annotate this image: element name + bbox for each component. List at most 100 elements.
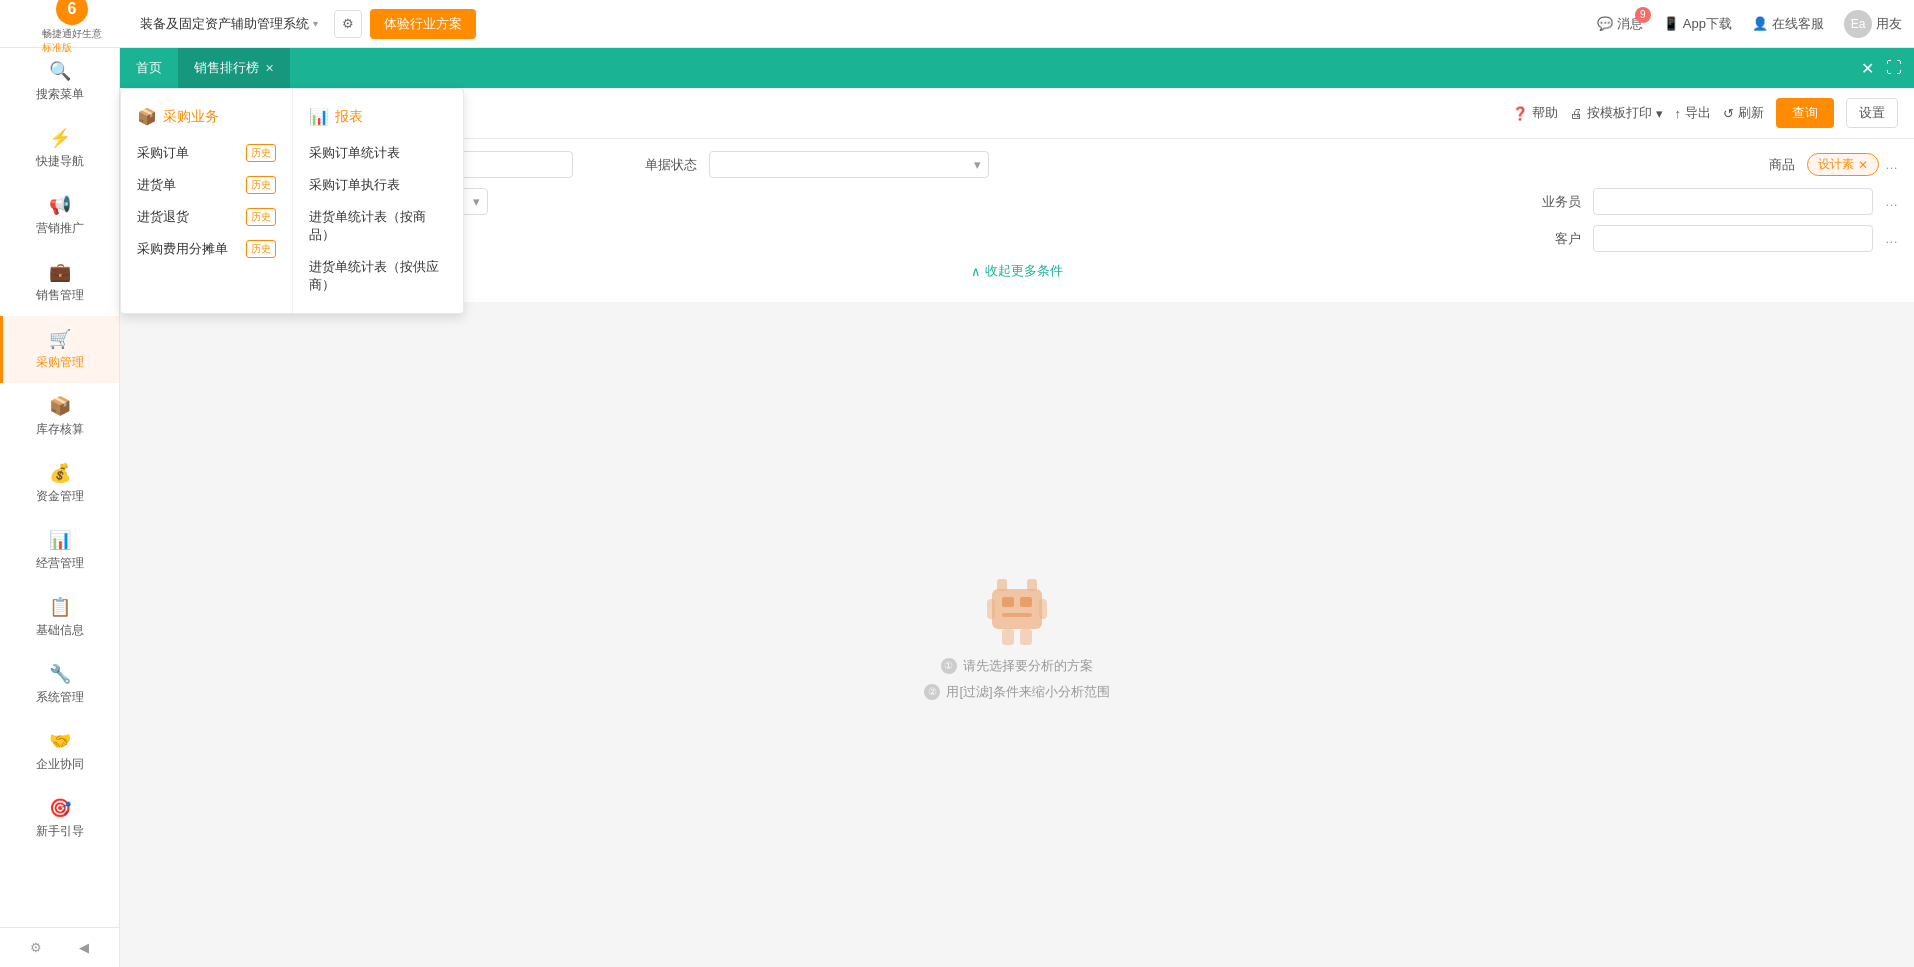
tab-maximize-btn[interactable]: ⛶ — [1882, 55, 1906, 81]
help-button[interactable]: ❓ 帮助 — [1512, 104, 1558, 122]
online-service-button[interactable]: 👤 在线客服 — [1752, 15, 1824, 33]
empty-illustration — [967, 569, 1067, 649]
sidebar-label-guide: 新手引导 — [36, 823, 84, 840]
system-icon: 🔧 — [49, 663, 71, 685]
menu-item-expense[interactable]: 采购费用分摊单 历史 — [121, 233, 292, 265]
tab-sales-rank[interactable]: 销售排行榜 ✕ — [178, 48, 290, 88]
svg-rect-7 — [1039, 599, 1047, 619]
refresh-button[interactable]: ↺ 刷新 — [1723, 104, 1764, 122]
sidebar-item-search[interactable]: 🔍 搜索菜单 — [0, 48, 119, 115]
export-button[interactable]: ↑ 导出 — [1675, 104, 1712, 122]
tab-sales-rank-label: 销售排行榜 — [194, 59, 259, 77]
step-2-badge: ② — [924, 684, 940, 700]
sidebar-item-guide[interactable]: 🎯 新手引导 — [0, 785, 119, 852]
purchase-business-icon: 📦 — [137, 107, 157, 127]
sidebar-item-basic-info[interactable]: 📋 基础信息 — [0, 584, 119, 651]
sidebar-item-marketing[interactable]: 📢 营销推广 — [0, 182, 119, 249]
inbound-history-badge: 历史 — [246, 176, 276, 194]
doc-status-chevron: ▾ — [974, 157, 981, 172]
print-icon: 🖨 — [1570, 106, 1583, 121]
menu-item-inbound-stats-supplier[interactable]: 进货单统计表（按供应商） — [293, 251, 464, 301]
svg-rect-8 — [1002, 629, 1014, 645]
sidebar-label-quick-nav: 快捷导航 — [36, 153, 84, 170]
settings-button[interactable]: 设置 — [1846, 98, 1898, 128]
header-right: 💬 消息 9 📱 App下载 👤 在线客服 Ea 用友 — [1597, 10, 1902, 38]
tab-close-icon[interactable]: ✕ — [265, 62, 274, 75]
sidebar-label-marketing: 营销推广 — [36, 220, 84, 237]
order-exec-label: 采购订单执行表 — [309, 176, 400, 194]
sidebar: 🔍 搜索菜单 ⚡ 快捷导航 📢 营销推广 💼 销售管理 🛒 采购管理 📦 库存核… — [0, 48, 120, 967]
doc-status-label: 单据状态 — [637, 156, 697, 174]
purchase-business-section: 📦 采购业务 采购订单 历史 进货单 历史 进货退货 历史 采购费用分摊单 历史 — [121, 89, 292, 313]
report-icon: 📊 — [309, 107, 329, 127]
gear-button[interactable]: ⚙ — [334, 10, 362, 38]
sidebar-item-inventory[interactable]: 📦 库存核算 — [0, 383, 119, 450]
settings-bottom-icon[interactable]: ⚙ — [30, 940, 42, 955]
refresh-icon: ↺ — [1723, 106, 1734, 121]
expense-label: 采购费用分摊单 — [137, 240, 228, 258]
goods-more-dots[interactable]: … — [1885, 157, 1898, 172]
sidebar-label-inventory: 库存核算 — [36, 421, 84, 438]
customer-label: 客户 — [1521, 230, 1581, 248]
purchase-icon: 🛒 — [49, 328, 71, 350]
purchase-report-header: 📊 报表 — [293, 101, 464, 137]
guide-icon: 🎯 — [49, 797, 71, 819]
menu-item-order-exec[interactable]: 采购订单执行表 — [293, 169, 464, 201]
industry-button[interactable]: 体验行业方案 — [370, 9, 476, 39]
customer-input[interactable] — [1593, 225, 1873, 252]
collapse-filters-button[interactable]: ∧ 收起更多条件 — [971, 262, 1063, 280]
print-chevron-icon: ▾ — [1656, 106, 1663, 121]
system-dropdown-chevron[interactable]: ▾ — [313, 18, 318, 29]
sidebar-item-system[interactable]: 🔧 系统管理 — [0, 651, 119, 718]
goods-label: 商品 — [1735, 156, 1795, 174]
sidebar-item-quick-nav[interactable]: ⚡ 快捷导航 — [0, 115, 119, 182]
phone-icon: 📱 — [1663, 16, 1679, 31]
enterprise-icon: 🤝 — [49, 730, 71, 752]
app-download-button[interactable]: 📱 App下载 — [1663, 15, 1732, 33]
logo-icon: 6 — [56, 0, 88, 25]
sidebar-item-enterprise[interactable]: 🤝 企业协同 — [0, 718, 119, 785]
print-button[interactable]: 🖨 按模板打印 ▾ — [1570, 104, 1663, 122]
help-icon: ❓ — [1512, 106, 1528, 121]
sidebar-label-purchase: 采购管理 — [36, 354, 84, 371]
user-avatar: Ea — [1844, 10, 1872, 38]
sidebar-item-operation[interactable]: 📊 经营管理 — [0, 517, 119, 584]
sidebar-item-sales[interactable]: 💼 销售管理 — [0, 249, 119, 316]
service-icon: 👤 — [1752, 16, 1768, 31]
goods-tag-remove[interactable]: ✕ — [1858, 158, 1868, 172]
empty-hint-1: ① 请先选择要分析的方案 — [941, 657, 1093, 675]
tab-home-label: 首页 — [136, 59, 162, 77]
menu-item-return[interactable]: 进货退货 历史 — [121, 201, 292, 233]
menu-item-purchase-order[interactable]: 采购订单 历史 — [121, 137, 292, 169]
svg-rect-9 — [1020, 629, 1032, 645]
salesperson-more-dots[interactable]: … — [1885, 194, 1898, 209]
collapse-sidebar-icon[interactable]: ◀ — [79, 940, 89, 955]
rank-chevron: ▾ — [473, 194, 480, 209]
header-center: ⚙ 体验行业方案 — [334, 9, 476, 39]
inbound-label: 进货单 — [137, 176, 176, 194]
inventory-icon: 📦 — [49, 395, 71, 417]
system-title: 装备及固定资产辅助管理系统 ▾ — [140, 15, 322, 33]
tab-close-window-btn[interactable]: ✕ — [1857, 55, 1878, 82]
purchase-order-history-badge: 历史 — [246, 144, 276, 162]
menu-item-inbound-stats-goods[interactable]: 进货单统计表（按商品） — [293, 201, 464, 251]
goods-tag: 设计素 ✕ — [1807, 153, 1879, 176]
sidebar-label-sales: 销售管理 — [36, 287, 84, 304]
query-button[interactable]: 查询 — [1776, 98, 1834, 128]
menu-item-order-stats[interactable]: 采购订单统计表 — [293, 137, 464, 169]
top-header: 6 畅捷通好生意 标准版 装备及固定资产辅助管理系统 ▾ ⚙ 体验行业方案 💬 … — [0, 0, 1914, 48]
menu-item-inbound[interactable]: 进货单 历史 — [121, 169, 292, 201]
salesperson-input[interactable] — [1593, 188, 1873, 215]
step-1-badge: ① — [941, 658, 957, 674]
sidebar-item-purchase[interactable]: 🛒 采购管理 — [0, 316, 119, 383]
tab-right-controls: ✕ ⛶ — [1857, 48, 1914, 88]
marketing-icon: 📢 — [49, 194, 71, 216]
user-button[interactable]: Ea 用友 — [1844, 10, 1902, 38]
empty-state: ① 请先选择要分析的方案 ② 用[过滤]条件来缩小分析范围 — [924, 569, 1109, 701]
sidebar-item-finance[interactable]: 💰 资金管理 — [0, 450, 119, 517]
sidebar-label-enterprise: 企业协同 — [36, 756, 84, 773]
salesperson-label: 业务员 — [1521, 193, 1581, 211]
notifications-button[interactable]: 💬 消息 9 — [1597, 15, 1643, 33]
customer-more-dots[interactable]: … — [1885, 231, 1898, 246]
doc-status-input[interactable] — [709, 151, 989, 178]
